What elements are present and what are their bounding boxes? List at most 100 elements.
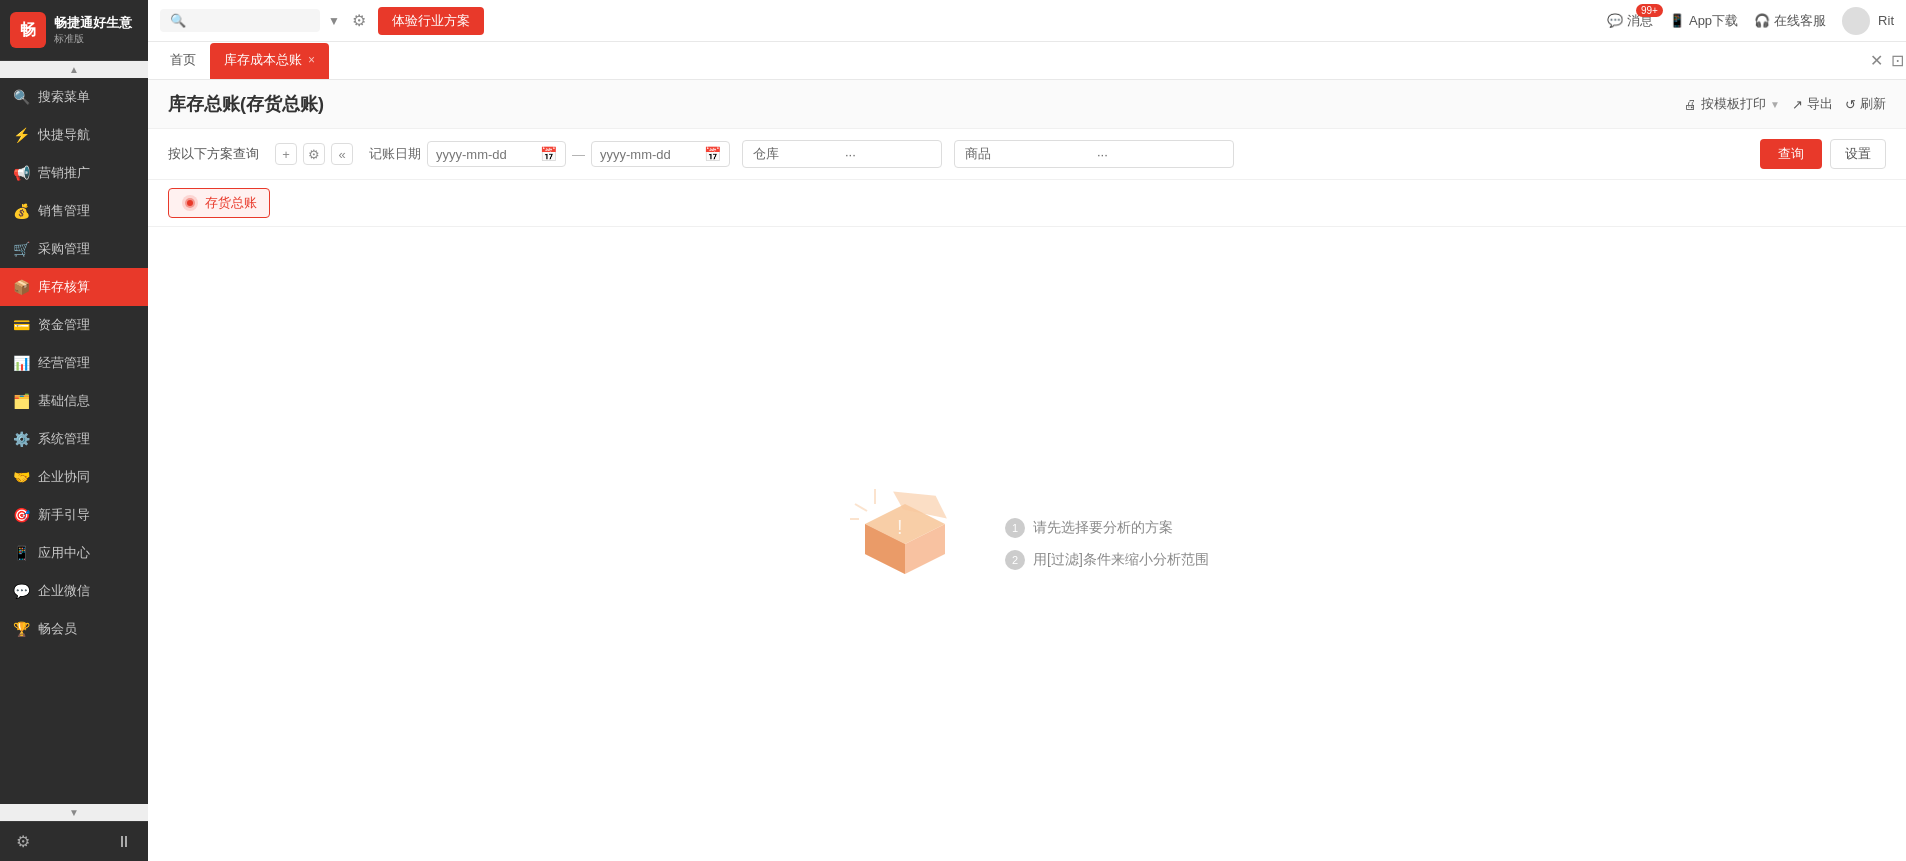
date-to-input[interactable]: 📅 [591,141,730,167]
operation-icon: 📊 [12,354,30,372]
tabs-bar: 首页 库存成本总账 × ✕ ⊡ [148,42,1906,80]
query-btn[interactable]: 查询 [1760,139,1822,169]
sidebar-scroll-up[interactable]: ▲ [0,61,148,78]
sidebar-item-appstore[interactable]: 📱 应用中心 [0,534,148,572]
sidebar-item-finance-label: 资金管理 [38,316,90,334]
sidebar-item-newguide[interactable]: 🎯 新手引导 [0,496,148,534]
sidebar-item-shortcut[interactable]: ⚡ 快捷导航 [0,116,148,154]
sidebar-item-system-label: 系统管理 [38,430,90,448]
settings-btn[interactable]: 设置 [1830,139,1886,169]
industry-btn[interactable]: 体验行业方案 [378,7,484,35]
sidebar-item-marketing[interactable]: 📢 营销推广 [0,154,148,192]
tab-inventory-label: 库存成本总账 [224,51,302,69]
tab-home[interactable]: 首页 [156,43,210,79]
tab-inventory-cost[interactable]: 库存成本总账 × [210,43,329,79]
sidebar-item-sales[interactable]: 💰 销售管理 [0,192,148,230]
svg-text:!: ! [897,516,903,538]
filter-manage-btn[interactable]: ⚙ [303,143,325,165]
appstore-icon: 📱 [12,544,30,562]
app-edition: 标准版 [54,32,132,46]
empty-state: ! 1 请先选择要分析的方案 2 用[过滤]条件来缩小分析范围 [148,227,1906,861]
audio-footer-icon[interactable]: ⏸ [116,833,132,851]
sidebar-footer: ⚙ ⏸ [0,821,148,861]
sidebar-nav: 🔍 搜索菜单 ⚡ 快捷导航 📢 营销推广 💰 销售管理 🛒 采购管理 📦 库存核… [0,78,148,804]
date-separator: — [572,147,585,162]
settings-footer-icon[interactable]: ⚙ [16,832,30,851]
filter-label: 按以下方案查询 [168,145,259,163]
sidebar-scroll-down[interactable]: ▼ [0,804,148,821]
product-select[interactable]: 商品 ··· [954,140,1234,168]
warehouse-label: 仓库 [753,145,839,163]
tab-close-icon[interactable]: × [308,53,315,67]
sidebar-item-inventory-label: 库存核算 [38,278,90,296]
date-from-input[interactable]: 📅 [427,141,566,167]
print-label: 按模板打印 [1701,95,1766,113]
purchase-icon: 🛒 [12,240,30,258]
inventory-icon: 📦 [12,278,30,296]
sidebar-item-operation[interactable]: 📊 经营管理 [0,344,148,382]
download-icon: 📱 [1669,13,1685,28]
sidebar-item-wechat-label: 企业微信 [38,582,90,600]
empty-tip-2: 2 用[过滤]条件来缩小分析范围 [1005,550,1209,570]
sidebar-item-member-label: 畅会员 [38,620,77,638]
tab-home-label: 首页 [170,51,196,69]
sidebar-item-search[interactable]: 🔍 搜索菜单 [0,78,148,116]
refresh-label: 刷新 [1860,95,1886,113]
sidebar-item-wechat[interactable]: 💬 企业微信 [0,572,148,610]
search-icon: 🔍 [12,88,30,106]
sidebar: 畅 畅捷通好生意 标准版 ▲ 🔍 搜索菜单 ⚡ 快捷导航 📢 营销推广 💰 销售… [0,0,148,861]
warehouse-select[interactable]: 仓库 ··· [742,140,942,168]
system-icon: ⚙️ [12,430,30,448]
user-name: Rit [1878,13,1894,28]
sidebar-item-inventory[interactable]: 📦 库存核算 [0,268,148,306]
empty-tip-1: 1 请先选择要分析的方案 [1005,518,1209,538]
filter-add-btn[interactable]: + [275,143,297,165]
sidebar-item-system[interactable]: ⚙️ 系统管理 [0,420,148,458]
scheme-item-label: 存货总账 [205,194,257,212]
empty-illustration: ! [845,484,965,604]
sidebar-item-member[interactable]: 🏆 畅会员 [0,610,148,648]
cal-to-icon[interactable]: 📅 [704,146,721,162]
topbar-search-box[interactable]: 🔍 [160,9,320,32]
sidebar-item-enterprise[interactable]: 🤝 企业协同 [0,458,148,496]
topbar: 🔍 ▼ ⚙ 体验行业方案 💬 消息 99+ 📱 App下载 🎧 在线客服 [148,0,1906,42]
sidebar-item-finance[interactable]: 💳 资金管理 [0,306,148,344]
filter-collapse-btn[interactable]: « [331,143,353,165]
sidebar-item-appstore-label: 应用中心 [38,544,90,562]
sidebar-item-purchase-label: 采购管理 [38,240,90,258]
date-from-field[interactable] [436,147,536,162]
message-btn[interactable]: 💬 消息 99+ [1607,12,1653,30]
date-label: 记账日期 [369,145,421,163]
panel-expand-btn[interactable]: ⊡ [1889,49,1906,72]
finance-icon: 💳 [12,316,30,334]
shortcut-icon: ⚡ [12,126,30,144]
cal-from-icon[interactable]: 📅 [540,146,557,162]
filter-bar: 按以下方案查询 + ⚙ « 记账日期 📅 — 📅 [148,129,1906,180]
sidebar-item-operation-label: 经营管理 [38,354,90,372]
user-avatar [1842,7,1870,35]
sidebar-item-marketing-label: 营销推广 [38,164,90,182]
scheme-item-inventory[interactable]: 存货总账 [168,188,270,218]
export-label: 导出 [1807,95,1833,113]
product-label: 商品 [965,145,1091,163]
date-to-field[interactable] [600,147,700,162]
topbar-gear-icon[interactable]: ⚙ [348,7,370,34]
panel-close-btn[interactable]: ✕ [1868,49,1885,72]
svg-point-2 [187,200,193,206]
scheme-area: 存货总账 [148,180,1906,227]
app-download-btn[interactable]: 📱 App下载 [1669,12,1738,30]
sidebar-item-purchase[interactable]: 🛒 采购管理 [0,230,148,268]
sidebar-item-basic[interactable]: 🗂️ 基础信息 [0,382,148,420]
user-avatar-area[interactable]: Rit [1842,7,1894,35]
print-dropdown-icon[interactable]: ▼ [1770,99,1780,110]
service-icon: 🎧 [1754,13,1770,28]
marketing-icon: 📢 [12,164,30,182]
basic-icon: 🗂️ [12,392,30,410]
online-service-btn[interactable]: 🎧 在线客服 [1754,12,1826,30]
refresh-btn[interactable]: ↺ 刷新 [1845,95,1886,113]
message-icon: 💬 [1607,13,1623,28]
logo-icon: 畅 [10,12,46,48]
print-btn[interactable]: 🖨 按模板打印 ▼ [1684,95,1780,113]
export-btn[interactable]: ↗ 导出 [1792,95,1833,113]
topbar-dropdown-icon[interactable]: ▼ [328,14,340,28]
